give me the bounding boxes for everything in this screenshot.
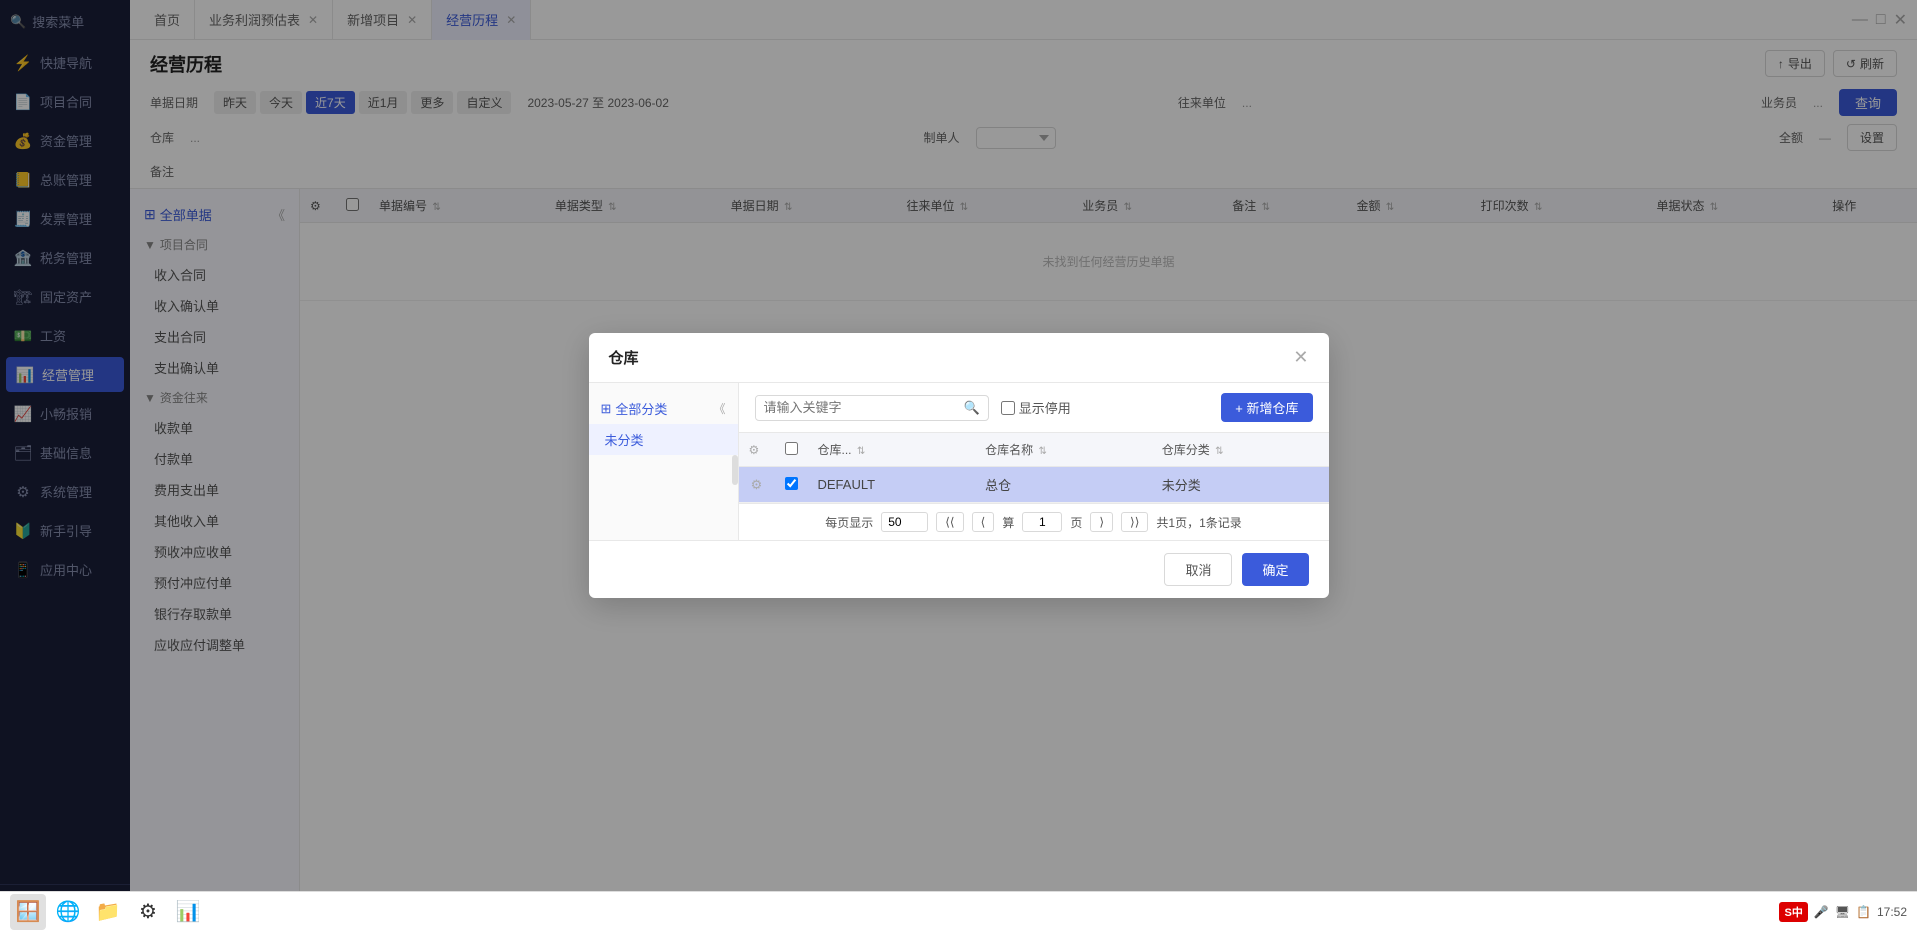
modal-search-icon[interactable]: 🔍 (956, 396, 988, 420)
taskbar-icon-3: 📁 (96, 899, 121, 924)
modal-sidebar-collapse-btn[interactable]: 《 (713, 400, 725, 417)
modal-first-page-btn[interactable]: ⟨⟨ (936, 512, 963, 532)
taskbar-time: 17:52 (1877, 905, 1907, 919)
modal-prev-page-btn[interactable]: ⟨ (972, 512, 995, 532)
modal-table: ⚙ 仓库... ⇅ 仓库名称 ⇅ (739, 433, 1329, 503)
modal-col-checkbox (775, 433, 808, 467)
modal-header: 仓库 ✕ (589, 333, 1329, 383)
col-code-label: 仓库... (818, 443, 852, 457)
clipboard-icon[interactable]: 📋 (1856, 905, 1871, 919)
modal-per-page-label: 每页显示 (825, 514, 873, 531)
sort-category-icon: ⇅ (1215, 446, 1223, 457)
sort-name-icon: ⇅ (1038, 446, 1046, 457)
modal-search-container: 🔍 (755, 395, 989, 421)
modal-sidebar: ⊞ 全部分类 《 未分类 (589, 383, 739, 540)
modal-all-label[interactable]: 全部分类 (615, 399, 667, 418)
show-disabled-label: 显示停用 (1019, 398, 1071, 417)
show-disabled-checkbox[interactable] (1001, 401, 1015, 415)
modal-select-all[interactable] (785, 442, 798, 455)
taskbar-item-1[interactable]: 🪟 (10, 894, 46, 930)
modal-close-btn[interactable]: ✕ (1293, 347, 1308, 368)
modal-confirm-btn[interactable]: 确定 (1242, 553, 1308, 586)
modal-table-wrap: ⚙ 仓库... ⇅ 仓库名称 ⇅ (739, 433, 1329, 503)
modal-next-page-btn[interactable]: ⟩ (1090, 512, 1113, 532)
modal-toolbar: 🔍 显示停用 + 新增仓库 (739, 383, 1329, 433)
screen-icon[interactable]: 🖥 (1835, 905, 1850, 919)
modal-last-page-btn[interactable]: ⟩⟩ (1121, 512, 1148, 532)
modal-content: 🔍 显示停用 + 新增仓库 ⚙ (739, 383, 1329, 540)
row-select-checkbox[interactable] (785, 477, 798, 490)
taskbar-item-3[interactable]: 📁 (90, 894, 126, 930)
row-code: DEFAULT (808, 467, 976, 503)
taskbar-icon-4: ⚙ (139, 899, 157, 924)
modal-title: 仓库 (609, 347, 639, 368)
taskbar-item-2[interactable]: 🌐 (50, 894, 86, 930)
modal: 仓库 ✕ ⊞ 全部分类 《 未分类 (589, 333, 1329, 598)
taskbar: 🪟 🌐 📁 ⚙ 📊 S中 🎤 🖥 📋 17:52 (0, 891, 1917, 931)
modal-col-category[interactable]: 仓库分类 ⇅ (1152, 433, 1329, 467)
col-category-label: 仓库分类 (1162, 443, 1210, 457)
sort-code-icon: ⇅ (857, 446, 865, 457)
modal-col-gear: ⚙ (739, 433, 775, 467)
modal-actions: 取消 确定 (589, 540, 1329, 598)
modal-grid-icon: ⊞ (601, 401, 612, 417)
modal-overlay[interactable]: 仓库 ✕ ⊞ 全部分类 《 未分类 (0, 0, 1917, 931)
mic-icon[interactable]: 🎤 (1814, 905, 1829, 919)
modal-table-row[interactable]: ⚙ DEFAULT 总仓 未分类 (739, 467, 1329, 503)
add-warehouse-button[interactable]: + 新增仓库 (1221, 393, 1312, 422)
modal-page-input[interactable] (1022, 512, 1062, 532)
row-category: 未分类 (1152, 467, 1329, 503)
col-name-label: 仓库名称 (985, 443, 1033, 457)
taskbar-right: S中 🎤 🖥 📋 17:52 (1779, 902, 1907, 922)
modal-total-info: 共1页，1条记录 (1156, 514, 1241, 531)
modal-col-code[interactable]: 仓库... ⇅ (808, 433, 976, 467)
taskbar-icon-1: 🪟 (16, 899, 41, 924)
taskbar-left: 🪟 🌐 📁 ⚙ 📊 (10, 894, 206, 930)
modal-footer-bar: 每页显示 50 100 ⟨⟨ ⟨ 算 页 ⟩ ⟩⟩ 共1页，1条记录 (739, 503, 1329, 540)
row-gear: ⚙ (739, 467, 775, 503)
show-disabled-container: 显示停用 (1001, 398, 1071, 417)
modal-body: ⊞ 全部分类 《 未分类 🔍 (589, 383, 1329, 540)
modal-page-suffix: 页 (1070, 514, 1082, 531)
modal-search-input[interactable] (756, 396, 956, 419)
modal-page-label: 算 (1002, 514, 1014, 531)
modal-sidebar-header: ⊞ 全部分类 《 (589, 393, 738, 424)
modal-gear-icon[interactable]: ⚙ (749, 443, 760, 457)
taskbar-icon-2: 🌐 (56, 899, 81, 924)
modal-per-page-select[interactable]: 50 100 (881, 512, 928, 532)
taskbar-icon-5: 📊 (176, 899, 201, 924)
modal-sidebar-uncategorized[interactable]: 未分类 (589, 424, 738, 455)
modal-cancel-btn[interactable]: 取消 (1164, 553, 1232, 586)
row-checkbox (775, 467, 808, 503)
taskbar-item-4[interactable]: ⚙ (130, 894, 166, 930)
row-name: 总仓 (975, 467, 1152, 503)
sougou-badge[interactable]: S中 (1779, 902, 1807, 922)
taskbar-item-5[interactable]: 📊 (170, 894, 206, 930)
modal-col-name[interactable]: 仓库名称 ⇅ (975, 433, 1152, 467)
